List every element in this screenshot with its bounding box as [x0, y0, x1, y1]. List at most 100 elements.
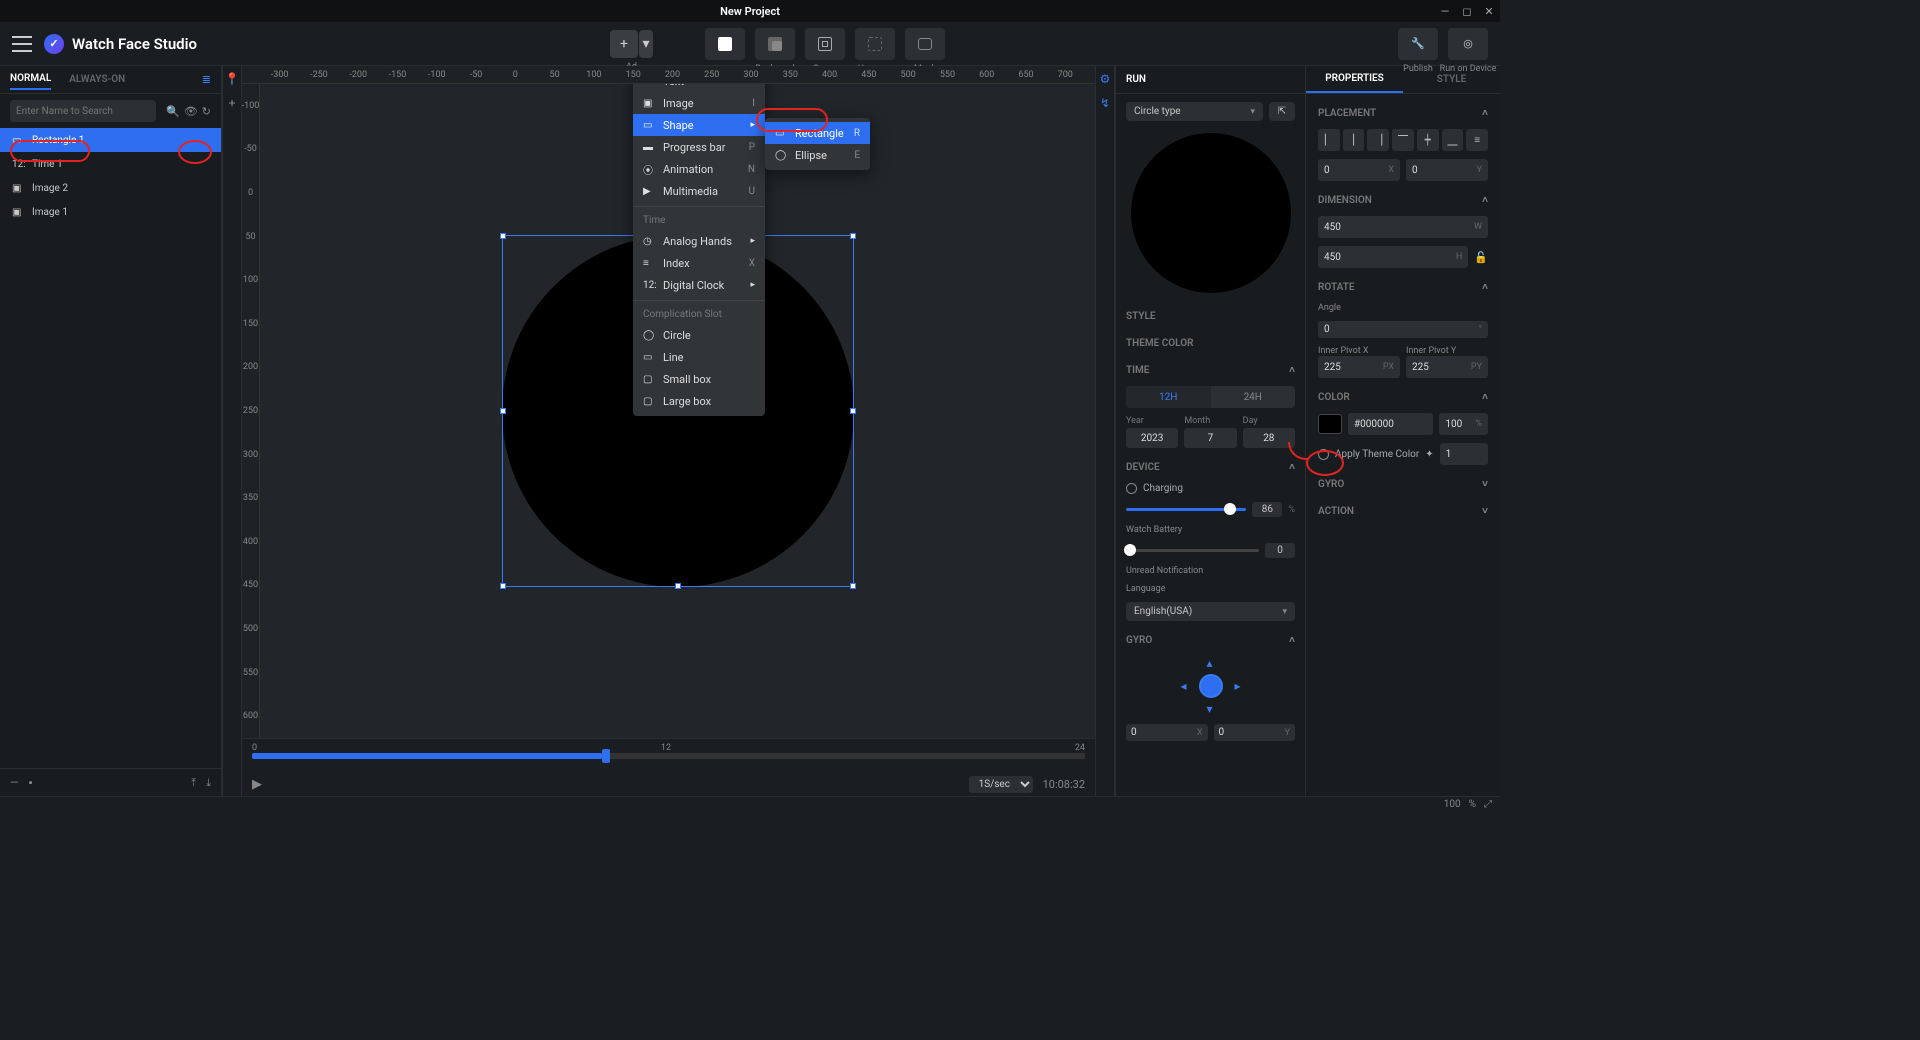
- menu-progress[interactable]: ▬Progress barP: [633, 136, 765, 158]
- resize-handle[interactable]: [850, 408, 856, 414]
- y-input[interactable]: Y: [1406, 159, 1488, 181]
- speed-select[interactable]: 1S/sec: [969, 776, 1033, 793]
- color-opacity-input[interactable]: %: [1439, 413, 1488, 435]
- tab-always-on[interactable]: ALWAYS-ON: [69, 70, 125, 89]
- notification-slider[interactable]: 0: [1126, 543, 1295, 558]
- layer-item-time[interactable]: 12:Time 1: [0, 152, 221, 176]
- menu-index[interactable]: ≡IndexX: [633, 252, 765, 274]
- color-hex-input[interactable]: [1348, 413, 1433, 435]
- pivot-x-input[interactable]: PX: [1318, 356, 1400, 378]
- download-icon[interactable]: ⤓: [206, 776, 211, 790]
- time-section[interactable]: TIME˄: [1126, 359, 1295, 378]
- link-icon[interactable]: ↯: [1100, 96, 1110, 110]
- timeline[interactable]: 01224: [242, 738, 1095, 772]
- align-right-icon[interactable]: ▕: [1367, 129, 1389, 151]
- gyro-control[interactable]: ▴▾◂▸: [1185, 660, 1237, 712]
- open-external-icon[interactable]: ⇱: [1269, 102, 1295, 121]
- menu-multimedia[interactable]: ▶MultimediaU: [633, 180, 765, 202]
- time-12h[interactable]: 12H: [1126, 386, 1211, 408]
- align-distribute-icon[interactable]: ≡: [1466, 129, 1488, 151]
- width-input[interactable]: W: [1318, 216, 1488, 238]
- lock-aspect-icon[interactable]: 🔓: [1474, 251, 1488, 264]
- plus-icon[interactable]: +: [229, 96, 236, 110]
- menu-large-box[interactable]: ▢Large box: [633, 390, 765, 412]
- pin-icon[interactable]: 📍: [225, 72, 240, 86]
- tab-normal[interactable]: NORMAL: [10, 69, 51, 90]
- publish-button[interactable]: 🔧Publish: [1398, 28, 1438, 60]
- angle-input[interactable]: °: [1318, 321, 1488, 338]
- menu-small-box[interactable]: ▢Small box: [633, 368, 765, 390]
- time-format-toggle[interactable]: 12H 24H: [1126, 386, 1295, 408]
- menu-circle[interactable]: ◯Circle: [633, 324, 765, 346]
- month-input[interactable]: [1184, 428, 1236, 448]
- language-select[interactable]: English(USA)▾: [1126, 602, 1295, 621]
- minimize-icon[interactable]: —: [1438, 4, 1452, 18]
- year-input[interactable]: [1126, 428, 1178, 448]
- maximize-icon[interactable]: ◻: [1460, 4, 1474, 18]
- x-input[interactable]: X: [1318, 159, 1400, 181]
- style-section[interactable]: STYLE: [1126, 305, 1295, 324]
- resize-handle[interactable]: [675, 583, 681, 589]
- search-icon[interactable]: 🔍: [166, 105, 180, 118]
- timeline-track[interactable]: [252, 753, 1085, 759]
- align-hcenter-icon[interactable]: ⎮: [1343, 129, 1365, 151]
- color-swatch[interactable]: [1318, 414, 1342, 434]
- group-button[interactable]: Group: [805, 28, 845, 60]
- gyro-x-input[interactable]: 0X: [1126, 724, 1208, 741]
- props-action-section[interactable]: ACTION˅: [1318, 500, 1488, 519]
- gyro-y-input[interactable]: 0Y: [1214, 724, 1296, 741]
- canvas-viewport[interactable]: TTextT ▣ImageI ▭Shape▸ ▬Progress barP ⦿A…: [260, 84, 1095, 738]
- resize-handle[interactable]: [500, 233, 506, 239]
- day-input[interactable]: [1243, 428, 1295, 448]
- run-on-device-button[interactable]: ◎Run on Device: [1448, 28, 1488, 60]
- sliders-icon[interactable]: ⚙: [1100, 72, 1111, 86]
- add-dropdown-button[interactable]: ▾: [639, 30, 653, 58]
- menu-digital-clock[interactable]: 12:Digital Clock▸: [633, 274, 765, 296]
- layer-item-image1[interactable]: ▣Image 1: [0, 200, 221, 224]
- menu-icon[interactable]: [12, 36, 32, 52]
- visibility-icon[interactable]: 👁: [184, 105, 198, 118]
- remove-layer-icon[interactable]: —: [10, 776, 19, 789]
- play-icon[interactable]: ▶: [252, 777, 262, 792]
- submenu-rectangle[interactable]: ▭RectangleR: [765, 122, 870, 144]
- apply-theme-color[interactable]: Apply Theme Color✦: [1318, 443, 1488, 465]
- layers-icon[interactable]: ≣: [202, 73, 211, 86]
- close-icon[interactable]: ✕: [1482, 4, 1496, 18]
- props-gyro-section[interactable]: GYRO˅: [1318, 473, 1488, 492]
- folder-icon[interactable]: ▪: [29, 776, 33, 789]
- submenu-ellipse[interactable]: ◯EllipseE: [765, 144, 870, 166]
- timeline-thumb[interactable]: [602, 749, 610, 763]
- resize-handle[interactable]: [850, 583, 856, 589]
- battery-slider[interactable]: 86%: [1126, 502, 1295, 517]
- menu-animation[interactable]: ⦿AnimationN: [633, 158, 765, 180]
- gyro-section[interactable]: GYRO˄: [1126, 629, 1295, 648]
- fit-icon[interactable]: ⤢: [1484, 799, 1492, 810]
- menu-line[interactable]: ▭Line: [633, 346, 765, 368]
- menu-analog-hands[interactable]: ◷Analog Hands▸: [633, 230, 765, 252]
- height-input[interactable]: H: [1318, 246, 1468, 268]
- time-24h[interactable]: 24H: [1211, 386, 1296, 408]
- layer-item-rectangle[interactable]: ▭Rectangle 1: [0, 128, 221, 152]
- resize-handle[interactable]: [500, 408, 506, 414]
- add-button[interactable]: +: [610, 30, 638, 58]
- theme-wand-icon[interactable]: ✦: [1425, 449, 1433, 460]
- search-input[interactable]: [10, 100, 156, 122]
- menu-shape[interactable]: ▭Shape▸: [633, 114, 765, 136]
- zoom-value[interactable]: 100: [1444, 799, 1461, 810]
- resize-handle[interactable]: [500, 583, 506, 589]
- backward-button[interactable]: Backward: [755, 28, 795, 60]
- align-left-icon[interactable]: ▏: [1318, 129, 1340, 151]
- resize-handle[interactable]: [850, 233, 856, 239]
- align-bottom-icon[interactable]: ⎽: [1442, 129, 1464, 151]
- circle-type-select[interactable]: Circle type▾: [1126, 102, 1263, 121]
- tab-properties[interactable]: PROPERTIES: [1306, 66, 1403, 93]
- menu-image[interactable]: ▣ImageI: [633, 92, 765, 114]
- foreground-button[interactable]: [705, 28, 745, 60]
- align-top-icon[interactable]: ⎺: [1392, 129, 1414, 151]
- pivot-y-input[interactable]: PY: [1406, 356, 1488, 378]
- theme-color-section[interactable]: THEME COLOR: [1126, 332, 1295, 351]
- mask-button[interactable]: Mask: [905, 28, 945, 60]
- ungroup-button[interactable]: Ungroup: [855, 28, 895, 60]
- charging-row[interactable]: Charging: [1126, 483, 1295, 494]
- upload-icon[interactable]: ⤒: [191, 776, 196, 790]
